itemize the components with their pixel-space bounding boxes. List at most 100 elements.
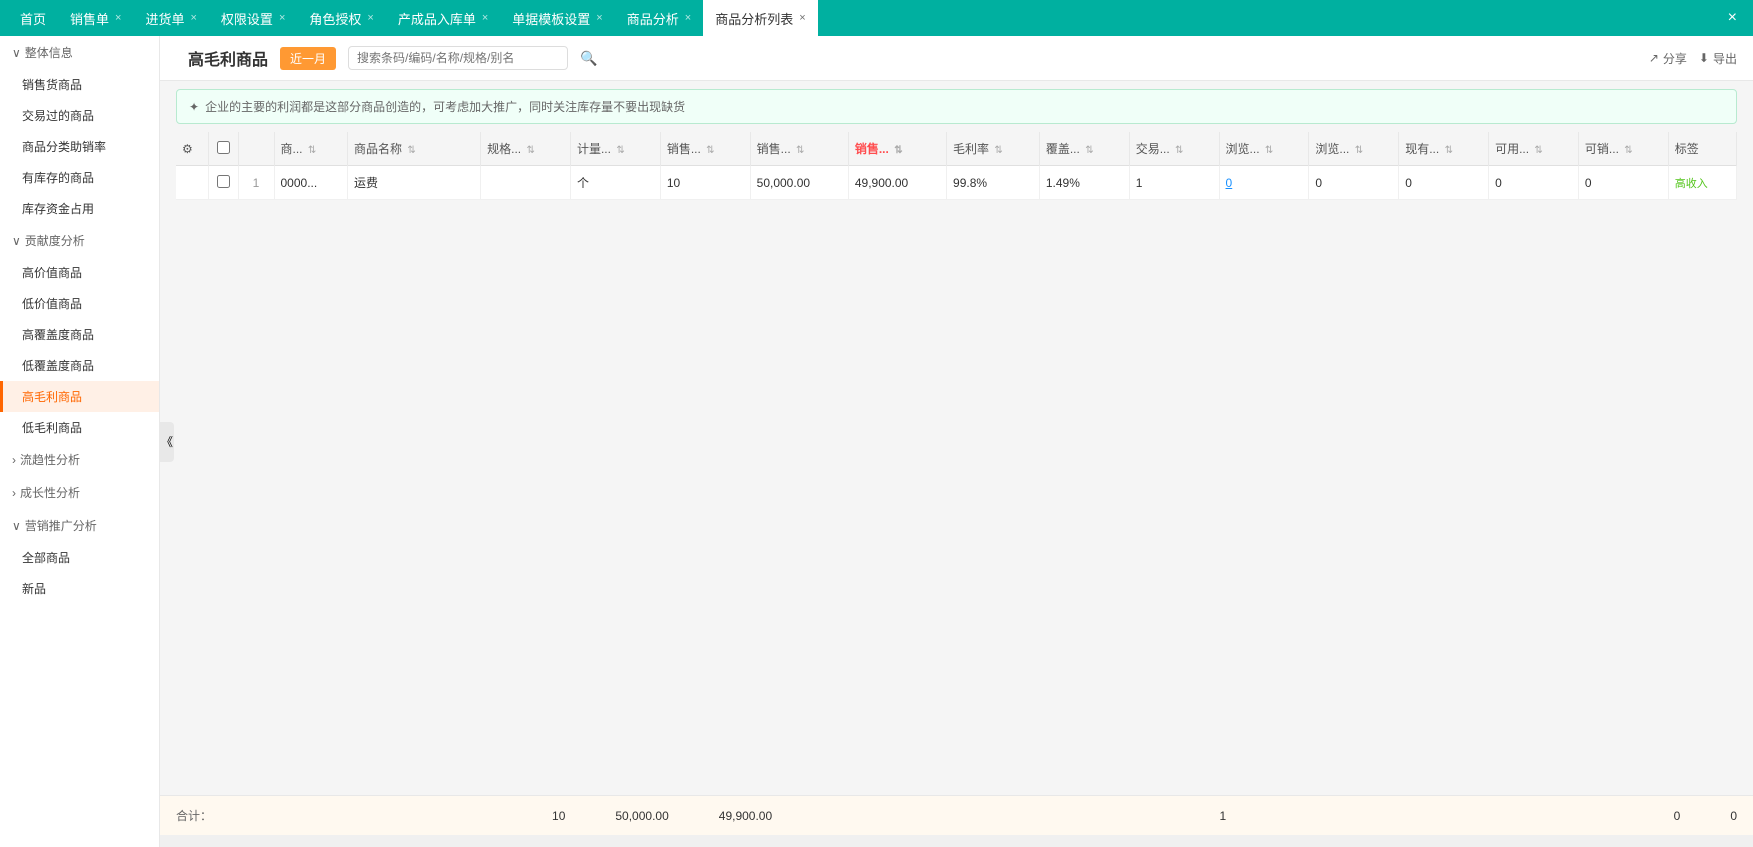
sidebar-item-low-margin-label: 低毛利商品 [22, 421, 82, 435]
sidebar-group-overall[interactable]: ∨ 整体信息 [0, 36, 159, 69]
window-close-button[interactable]: × [1720, 9, 1745, 27]
sidebar-item-new-goods[interactable]: 新品 [0, 573, 159, 604]
share-button[interactable]: ↗ 分享 [1649, 50, 1687, 67]
sidebar-item-traded-goods-label: 交易过的商品 [22, 109, 94, 123]
nav-product-in[interactable]: 产成品入库单 × [386, 0, 500, 36]
nav-sales-close[interactable]: × [115, 12, 121, 24]
row-sales2: 50,000.00 [750, 166, 848, 200]
sidebar-item-low-margin[interactable]: 低毛利商品 [0, 412, 159, 443]
coverage-col-label: 覆盖... [1046, 142, 1080, 156]
sidebar-item-high-value[interactable]: 高价值商品 [0, 257, 159, 288]
row-tag: 高收入 [1668, 166, 1736, 200]
table-footer: 合计： 10 50,000.00 49,900.00 1 0 0 [160, 795, 1753, 835]
nav-product-in-close[interactable]: × [482, 12, 488, 24]
nav-product-analysis-list-label: 商品分析列表 [715, 9, 793, 28]
trade-col-header[interactable]: 交易... ⇅ [1129, 132, 1219, 166]
sidebar-item-high-margin[interactable]: 高毛利商品 [0, 381, 159, 412]
stock3-col-header[interactable]: 可销... ⇅ [1578, 132, 1668, 166]
search-icon: 🔍 [580, 50, 597, 66]
unit-col-header[interactable]: 计量... ⇅ [570, 132, 660, 166]
nav-home[interactable]: 首页 [8, 0, 58, 36]
horizontal-scrollbar[interactable] [160, 835, 1753, 847]
sidebar-item-low-coverage-label: 低覆盖度商品 [22, 359, 94, 373]
sidebar-item-category-rate-label: 商品分类助销率 [22, 140, 106, 154]
nav-template-close[interactable]: × [596, 12, 602, 24]
stock2-col-header[interactable]: 可用... ⇅ [1489, 132, 1579, 166]
nav-product-analysis[interactable]: 商品分析 × [615, 0, 703, 36]
nav-product-analysis-label: 商品分析 [627, 9, 679, 28]
sidebar-collapse-button[interactable]: 《 [160, 422, 174, 462]
sales2-col-header[interactable]: 销售... ⇅ [750, 132, 848, 166]
sidebar-item-traded-goods[interactable]: 交易过的商品 [0, 100, 159, 131]
search-button[interactable]: 🔍 [580, 50, 597, 67]
sidebar-item-low-coverage[interactable]: 低覆盖度商品 [0, 350, 159, 381]
export-button[interactable]: ⬇ 导出 [1699, 50, 1737, 67]
sales1-col-header[interactable]: 销售... ⇅ [660, 132, 750, 166]
sidebar-item-category-rate[interactable]: 商品分类助销率 [0, 131, 159, 162]
collapse-icon: 《 [161, 433, 173, 450]
sidebar-item-high-coverage[interactable]: 高覆盖度商品 [0, 319, 159, 350]
sidebar-item-in-stock[interactable]: 有库存的商品 [0, 162, 159, 193]
sidebar-group-marketing[interactable]: ∨ 营销推广分析 [0, 509, 159, 542]
nav-template[interactable]: 单据模板设置 × [500, 0, 614, 36]
stock2-col-label: 可用... [1495, 142, 1529, 156]
sidebar-item-all-goods[interactable]: 全部商品 [0, 542, 159, 573]
nav-role-close[interactable]: × [367, 12, 373, 24]
browse1-col-header[interactable]: 浏览... ⇅ [1219, 132, 1309, 166]
row-num: 1 [238, 166, 274, 200]
coverage-col-header[interactable]: 覆盖... ⇅ [1039, 132, 1129, 166]
nav-product-analysis-list-close[interactable]: × [799, 12, 805, 24]
row-name: 运费 [348, 166, 481, 200]
spec-col-header[interactable]: 规格... ⇅ [481, 132, 571, 166]
row-checkbox[interactable] [208, 166, 238, 200]
row-settings [176, 166, 208, 200]
sales1-sort-icon: ⇅ [706, 145, 714, 156]
gross-rate-col-header[interactable]: 毛利率 ⇅ [947, 132, 1040, 166]
footer-spacer [822, 809, 1169, 823]
browse2-col-header[interactable]: 浏览... ⇅ [1309, 132, 1399, 166]
nav-sales[interactable]: 销售单 × [58, 0, 133, 36]
sidebar-item-sales-goods[interactable]: 销售货商品 [0, 69, 159, 100]
content-header: 高毛利商品 近一月 🔍 ↗ 分享 ⬇ 导出 [160, 36, 1753, 81]
table-container[interactable]: ⚙ 商... ⇅ 商品名称 ⇅ [160, 132, 1753, 795]
row-spec [481, 166, 571, 200]
sidebar-group-growth[interactable]: › 成长性分析 [0, 476, 159, 509]
row-stock2: 0 [1489, 166, 1579, 200]
sales3-col-header[interactable]: 销售... ⇅ [848, 132, 946, 166]
settings-col-header[interactable]: ⚙ [176, 132, 208, 166]
footer-stock1: 0 [1674, 809, 1681, 823]
content-area: 《 高毛利商品 近一月 🔍 ↗ 分享 ⬇ 导出 ✦ [160, 36, 1753, 847]
checkbox-col-header[interactable] [208, 132, 238, 166]
nav-permission-close[interactable]: × [279, 12, 285, 24]
nav-permission[interactable]: 权限设置 × [209, 0, 297, 36]
spec-sort-icon: ⇅ [526, 145, 534, 156]
sidebar-group-contribution[interactable]: ∨ 贡献度分析 [0, 224, 159, 257]
table-header-row: ⚙ 商... ⇅ 商品名称 ⇅ [176, 132, 1737, 166]
nav-purchase-close[interactable]: × [190, 12, 196, 24]
nav-product-analysis-close[interactable]: × [685, 12, 691, 24]
sidebar-item-low-value[interactable]: 低价值商品 [0, 288, 159, 319]
row-code: 0000... [274, 166, 348, 200]
footer-stock2: 0 [1730, 809, 1737, 823]
nav-role[interactable]: 角色授权 × [297, 0, 385, 36]
sidebar-group-trend-label: 流趋性分析 [20, 451, 80, 468]
nav-purchase[interactable]: 进货单 × [133, 0, 208, 36]
sales2-sort-icon: ⇅ [796, 145, 804, 156]
name-col-header[interactable]: 商品名称 ⇅ [348, 132, 481, 166]
browse1-link[interactable]: 0 [1226, 176, 1233, 190]
arrow-down-icon-3: ∨ [12, 519, 21, 533]
arrow-down-icon: ∨ [12, 46, 21, 60]
select-all-checkbox[interactable] [217, 141, 230, 154]
search-input[interactable] [348, 46, 568, 70]
sidebar-group-trend[interactable]: › 流趋性分析 [0, 443, 159, 476]
nav-product-analysis-list[interactable]: 商品分析列表 × [703, 0, 817, 36]
sidebar-item-stock-capital[interactable]: 库存资金占用 [0, 193, 159, 224]
code-col-header[interactable]: 商... ⇅ [274, 132, 348, 166]
main-layout: ∨ 整体信息 销售货商品 交易过的商品 商品分类助销率 有库存的商品 库存资金占… [0, 36, 1753, 847]
row-browse1[interactable]: 0 [1219, 166, 1309, 200]
row-select-checkbox[interactable] [217, 175, 230, 188]
filter-recent-month-button[interactable]: 近一月 [280, 47, 336, 70]
browse2-col-label: 浏览... [1315, 142, 1349, 156]
stock1-col-header[interactable]: 现有... ⇅ [1399, 132, 1489, 166]
nav-permission-label: 权限设置 [221, 9, 273, 28]
